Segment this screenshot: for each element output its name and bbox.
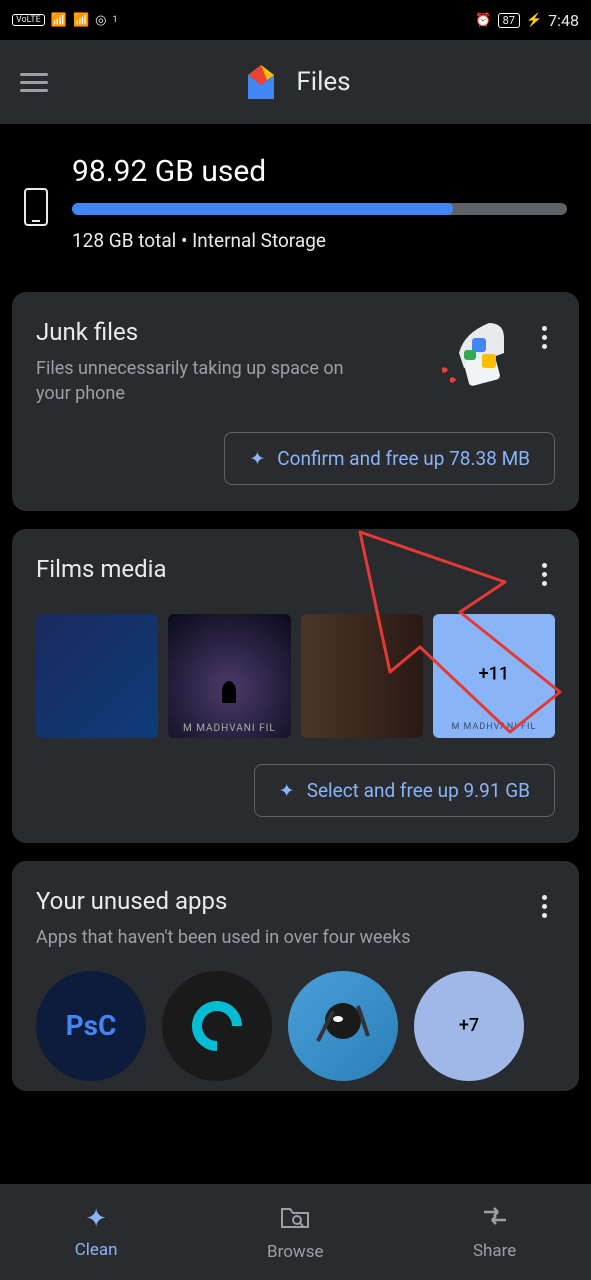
battery-indicator: 87 <box>498 13 520 28</box>
film-more-count: +11 <box>479 664 509 685</box>
storage-section: 98.92 GB used 128 GB total • Internal St… <box>0 124 591 292</box>
film-thumbnail-more[interactable]: +11 M MADHVANI FIL <box>433 614 555 738</box>
unused-app-2[interactable] <box>162 971 272 1081</box>
unused-app-1[interactable]: PsC <box>36 971 146 1081</box>
signal-icon: 📶 <box>73 13 89 28</box>
hotspot-icon: ◎ <box>95 13 106 28</box>
junk-files-card: Junk files Files unnecessarily taking up… <box>12 292 579 511</box>
brush-icon <box>434 318 524 398</box>
select-free-button[interactable]: ✦ Select and free up 9.91 GB <box>254 764 555 817</box>
app-title: Files <box>296 67 350 97</box>
hotspot-count: 1 <box>113 15 118 25</box>
film-thumbnail-1[interactable] <box>36 614 158 738</box>
thumb4-label: M MADHVANI FIL <box>451 722 536 732</box>
unused-apps-card: Your unused apps Apps that haven't been … <box>12 861 579 1090</box>
sparkle-icon: ✦ <box>85 1204 107 1234</box>
app1-label: PsC <box>66 1009 117 1042</box>
storage-used-text: 98.92 GB used <box>72 154 567 189</box>
storage-progress-bar <box>72 203 567 215</box>
thumb2-label: M MADHVANI FIL <box>168 723 290 734</box>
sparkle-icon: ✦ <box>249 447 265 470</box>
unused-app-more[interactable]: +7 <box>414 971 524 1081</box>
app-more-count: +7 <box>459 1015 479 1036</box>
nav-share-label: Share <box>473 1241 516 1261</box>
unused-title: Your unused apps <box>36 887 411 915</box>
film-thumbnail-3[interactable] <box>301 614 423 738</box>
unused-app-3[interactable] <box>288 971 398 1081</box>
films-more-button[interactable] <box>534 555 555 594</box>
nav-browse-label: Browse <box>267 1242 323 1262</box>
confirm-free-button[interactable]: ✦ Confirm and free up 78.38 MB <box>224 432 555 485</box>
junk-subtitle: Files unnecessarily taking up space on y… <box>36 356 356 406</box>
junk-more-button[interactable] <box>534 318 555 406</box>
menu-button[interactable] <box>20 73 48 92</box>
phone-icon <box>24 188 48 230</box>
folder-search-icon <box>280 1203 310 1236</box>
confirm-button-label: Confirm and free up 78.38 MB <box>277 447 530 470</box>
storage-progress-fill <box>72 203 453 215</box>
volte-badge: VoLTE <box>12 14 45 26</box>
junk-title: Junk files <box>36 318 434 346</box>
nav-clean[interactable]: ✦ Clean <box>75 1204 118 1260</box>
status-bar: VoLTE 📶 📶 ◎ 1 ⏰ 87 ⚡ 7:48 <box>0 0 591 40</box>
share-icon <box>480 1204 510 1235</box>
clock-time: 7:48 <box>548 11 579 30</box>
charging-icon: ⚡ <box>526 13 542 28</box>
signal-4g-icon: 📶 <box>51 13 67 28</box>
alarm-icon: ⏰ <box>475 13 491 28</box>
nav-browse[interactable]: Browse <box>267 1203 323 1262</box>
files-app-icon <box>240 61 282 103</box>
storage-total-text: 128 GB total • Internal Storage <box>72 229 567 252</box>
films-media-card: Films media M MADHVANI FIL +11 M MADHVAN… <box>12 529 579 843</box>
nav-share[interactable]: Share <box>473 1204 516 1261</box>
app-header: Files <box>0 40 591 124</box>
sparkle-icon: ✦ <box>279 779 295 802</box>
film-thumbnail-2[interactable]: M MADHVANI FIL <box>168 614 290 738</box>
nav-clean-label: Clean <box>75 1240 118 1260</box>
unused-subtitle: Apps that haven't been used in over four… <box>36 925 411 950</box>
bottom-nav: ✦ Clean Browse Share <box>0 1184 591 1280</box>
select-button-label: Select and free up 9.91 GB <box>307 779 530 802</box>
unused-more-button[interactable] <box>534 887 555 926</box>
films-title: Films media <box>36 555 167 583</box>
